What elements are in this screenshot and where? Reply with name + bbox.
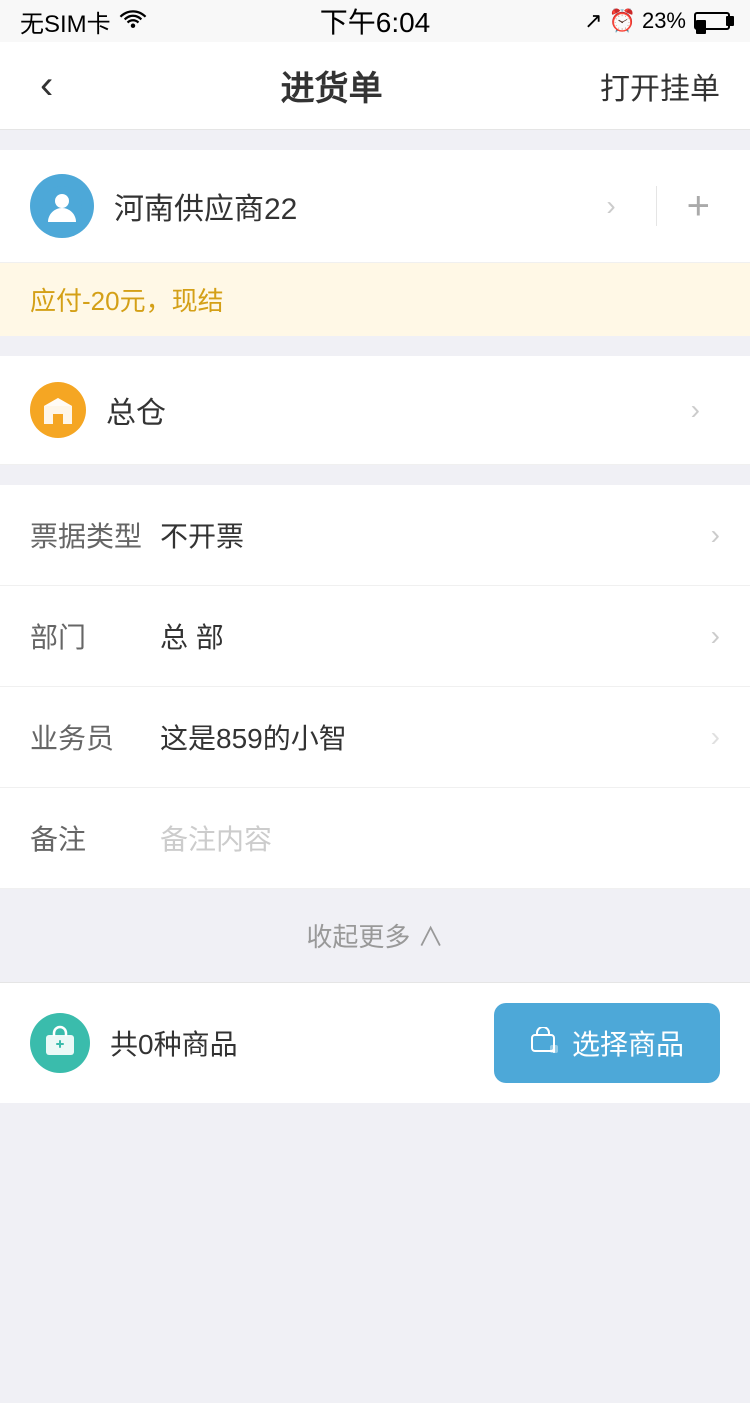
remark-label: 备注 (30, 818, 160, 858)
department-label: 部门 (30, 616, 160, 656)
supplier-avatar (30, 174, 94, 238)
middle-divider (0, 336, 750, 356)
supplier-divider (656, 186, 657, 226)
collapse-text: 收起更多 ∧ (306, 917, 443, 954)
select-product-label: 选择商品 (572, 1023, 684, 1063)
battery-icon (694, 12, 730, 30)
supplier-chevron-icon: › (606, 190, 615, 222)
invoice-type-row[interactable]: 票据类型 不开票 › (0, 485, 750, 586)
location-icon: ↗ (584, 8, 602, 34)
wifi-icon (119, 7, 147, 35)
status-right: ↗ ⏰ 23% (584, 8, 730, 34)
status-left: 无SIM卡 (20, 4, 147, 39)
salesperson-row[interactable]: 业务员 这是859的小智 › (0, 687, 750, 788)
department-chevron-icon: › (711, 620, 720, 652)
alarm-icon: ⏰ (609, 8, 636, 34)
salesperson-value: 这是859的小智 (160, 717, 711, 757)
back-button[interactable]: ‹ (30, 53, 63, 118)
supplier-row[interactable]: 河南供应商22 › + (0, 150, 750, 263)
product-count-text: 共0种商品 (110, 1023, 494, 1063)
nav-title: 进货单 (281, 61, 383, 110)
product-count-icon-bg (30, 1013, 90, 1073)
invoice-type-value: 不开票 (160, 515, 711, 555)
invoice-type-chevron-icon: › (711, 519, 720, 551)
top-divider (0, 130, 750, 150)
notice-bar: 应付-20元，现结 (0, 263, 750, 336)
warehouse-row[interactable]: 总仓 › (0, 356, 750, 465)
salesperson-label: 业务员 (30, 717, 160, 757)
select-product-button[interactable]: 选择商品 (494, 1003, 720, 1083)
bottom-bar: 共0种商品 选择商品 (0, 982, 750, 1103)
department-row[interactable]: 部门 总 部 › (0, 586, 750, 687)
warehouse-chevron-icon: › (691, 394, 700, 426)
cart-icon (530, 1027, 562, 1059)
notice-text: 应付-20元，现结 (30, 286, 224, 316)
invoice-type-label: 票据类型 (30, 515, 160, 555)
warehouse-name: 总仓 (106, 388, 691, 432)
form-section: 票据类型 不开票 › 部门 总 部 › 业务员 这是859的小智 › 备注 备注… (0, 485, 750, 889)
open-pending-button[interactable]: 打开挂单 (600, 64, 720, 108)
status-bar: 无SIM卡 下午6:04 ↗ ⏰ 23% (0, 0, 750, 42)
battery-text: 23% (642, 8, 686, 34)
salesperson-chevron-icon: › (711, 721, 720, 753)
remark-placeholder[interactable]: 备注内容 (160, 818, 720, 858)
warehouse-icon-bg (30, 382, 86, 438)
gray-area (0, 1103, 750, 1403)
remark-row[interactable]: 备注 备注内容 (0, 788, 750, 889)
add-button[interactable]: + (677, 184, 720, 229)
nav-bar: ‹ 进货单 打开挂单 (0, 42, 750, 130)
supplier-section: 河南供应商22 › + 应付-20元，现结 (0, 150, 750, 336)
status-time: 下午6:04 (320, 1, 431, 41)
supplier-name: 河南供应商22 (114, 184, 606, 228)
carrier-text: 无SIM卡 (20, 4, 111, 39)
department-value: 总 部 (160, 616, 711, 656)
divider-2 (0, 465, 750, 485)
collapse-row[interactable]: 收起更多 ∧ (0, 889, 750, 982)
